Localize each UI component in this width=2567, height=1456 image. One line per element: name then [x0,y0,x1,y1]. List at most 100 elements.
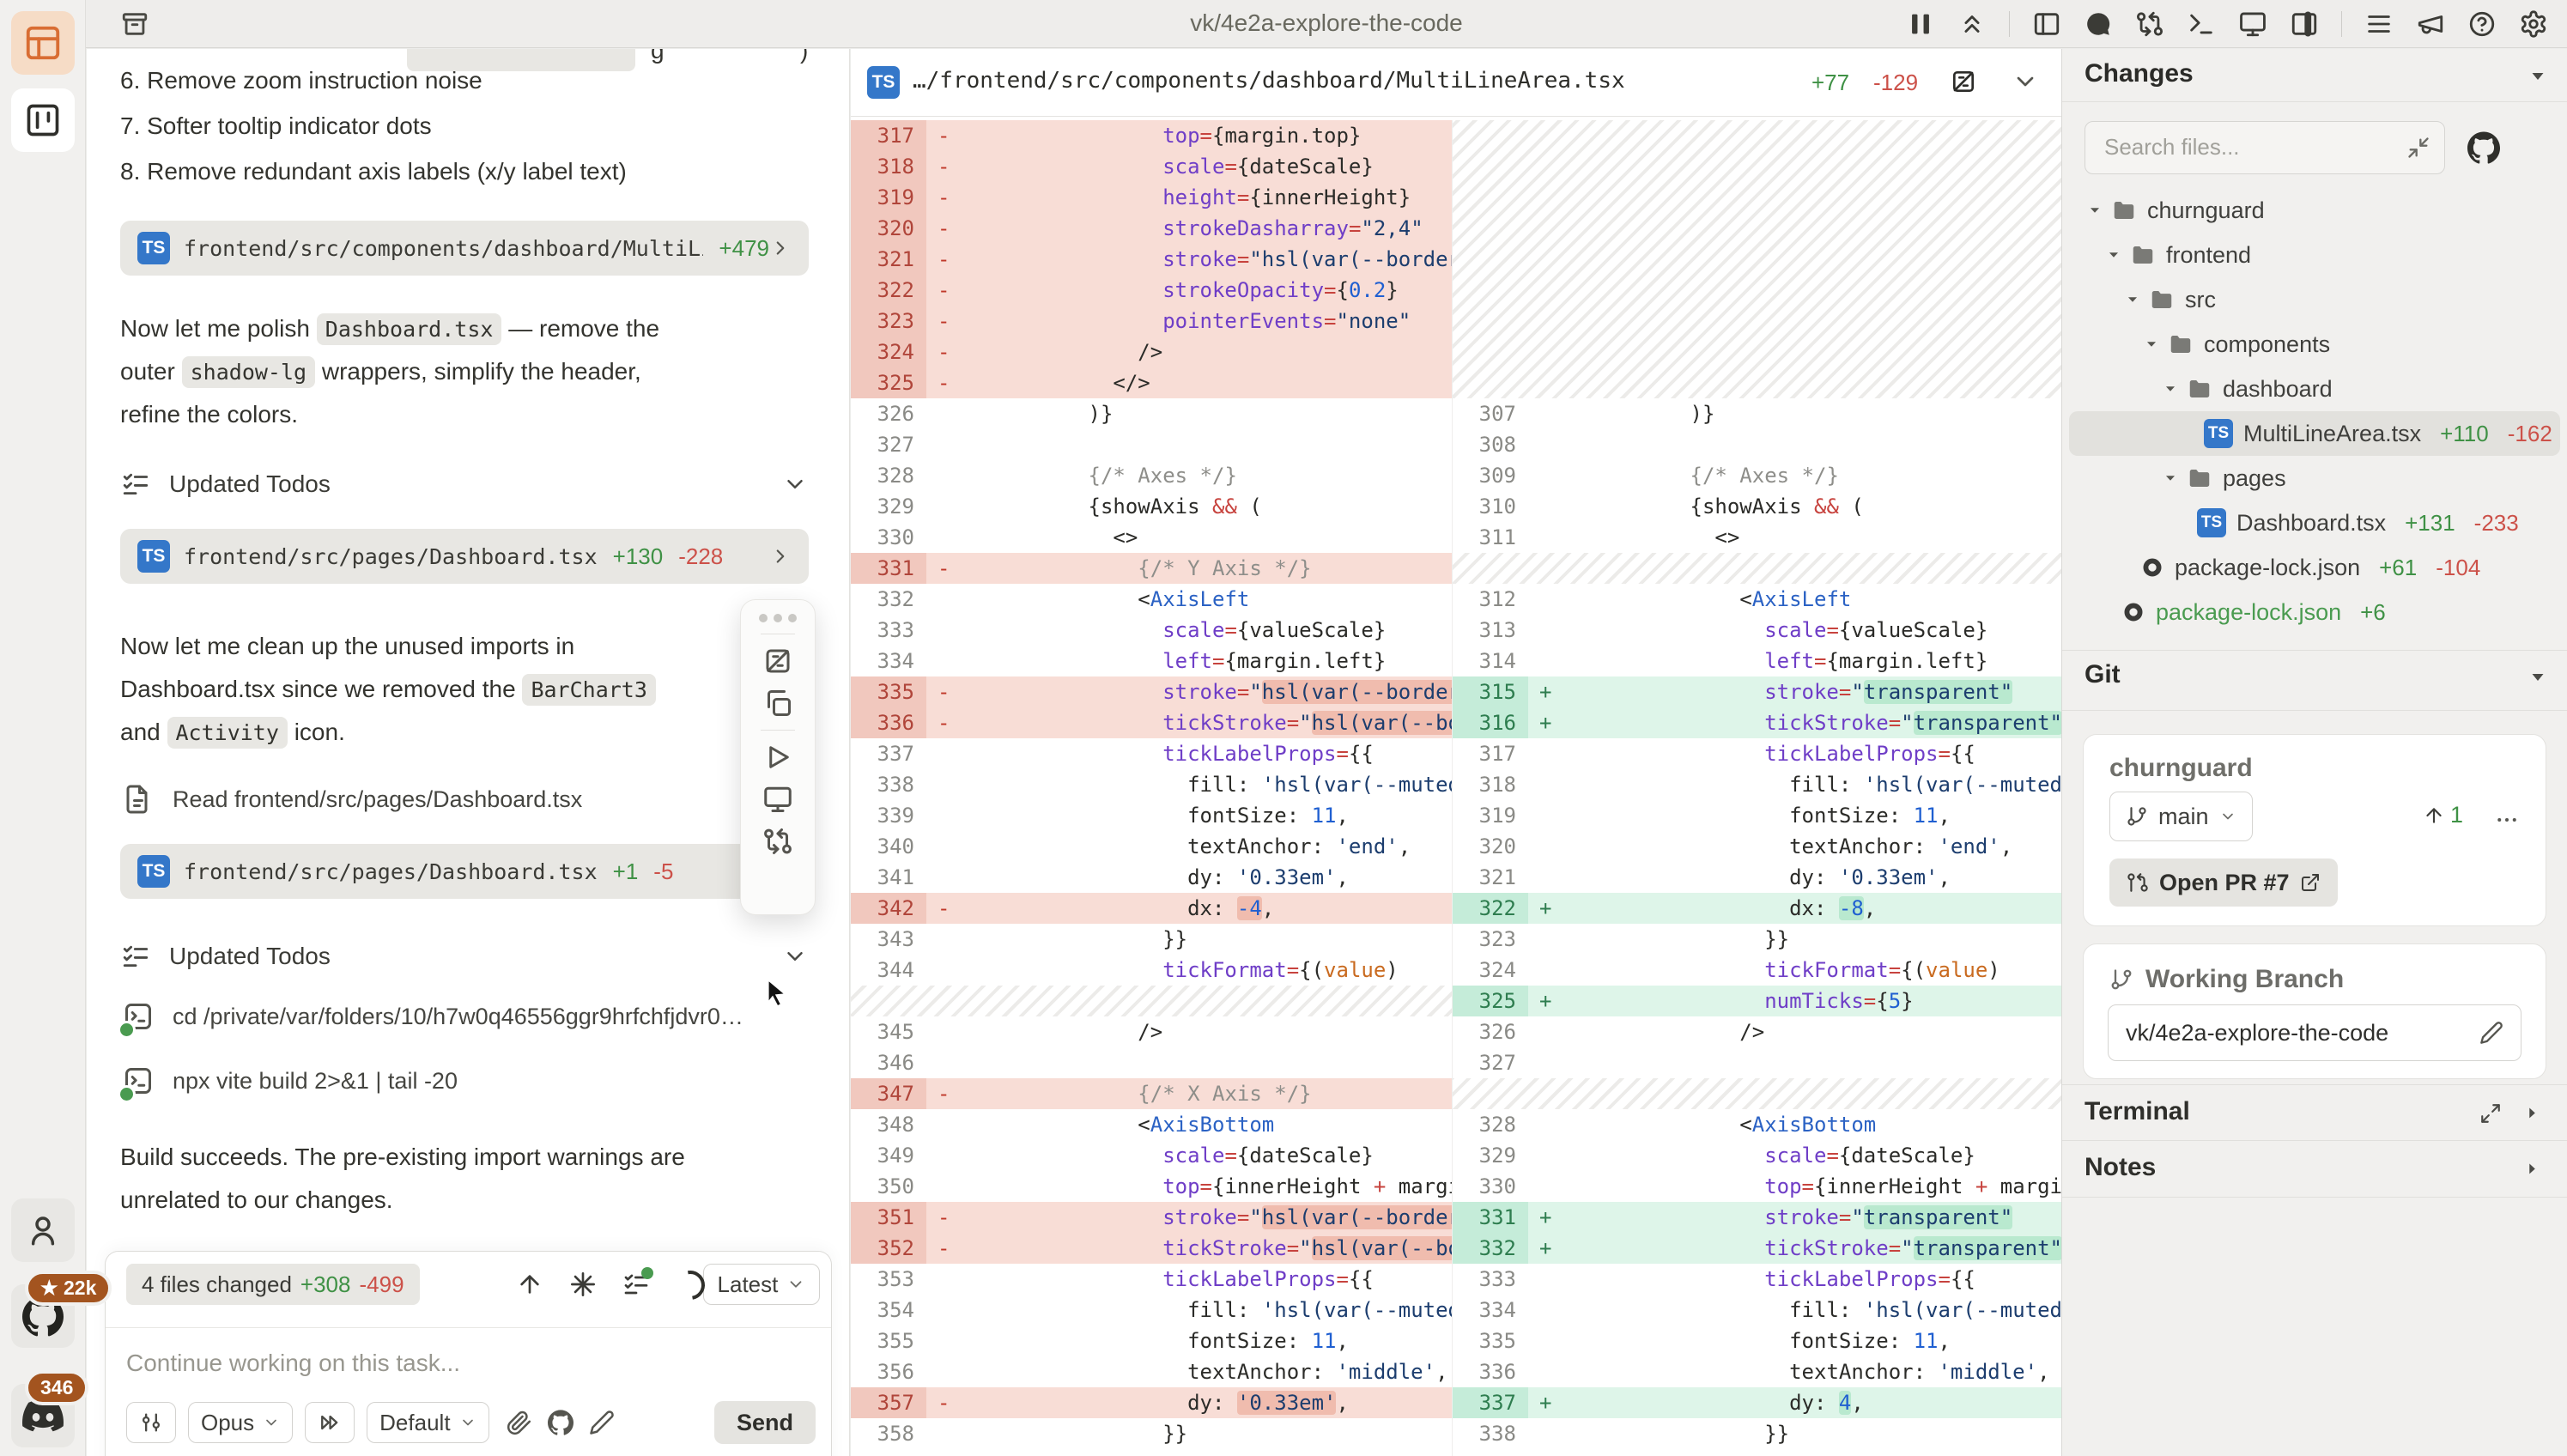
tree-folder-dashboard[interactable]: dashboard [2062,367,2567,411]
collapse-tree-icon[interactable] [2406,136,2430,160]
more-options-icon[interactable] [759,614,797,622]
chevrons-up-icon[interactable] [1957,9,1987,39]
tree-file-Dashboard.tsx[interactable]: TSDashboard.tsx+131-233 [2062,500,2567,545]
caret-down-icon[interactable] [2104,246,2123,264]
diff-view-toggle-icon[interactable] [1950,68,1977,95]
collapsed-region [1453,182,2061,213]
fast-forward-button[interactable] [305,1402,355,1443]
tree-folder-src[interactable]: src [2062,277,2567,322]
chevron-down-icon [782,471,808,497]
expand-terminal-icon[interactable] [2479,1102,2502,1125]
model-dropdown[interactable]: Opus [188,1402,293,1443]
caret-down-icon[interactable] [2161,469,2180,488]
help-icon[interactable] [2467,9,2497,39]
play-icon[interactable] [762,742,793,773]
agent-action-row[interactable]: npx vite build 2>&1 | tail -20 [123,1065,458,1096]
arrow-up-icon[interactable] [516,1271,543,1298]
tree-file-MultiLineArea.tsx[interactable]: TSMultiLineArea.tsx+110-162 [2069,411,2560,456]
collapsed-region [1453,213,2061,244]
chat-filled-icon[interactable] [2084,9,2113,39]
repo-menu-icon[interactable] [2494,807,2520,833]
mode-dropdown[interactable]: Default [367,1402,489,1443]
latest-dropdown[interactable]: Latest [703,1264,821,1305]
caret-down-icon[interactable] [2161,379,2180,398]
agent-action-row[interactable]: Read frontend/src/pages/Dashboard.tsx [123,784,582,815]
todos-status-icon[interactable] [622,1271,650,1298]
caret-down-icon[interactable] [2123,290,2142,309]
file-change-chip[interactable]: TSfrontend/src/pages/Dashboard.tsx+130-2… [120,529,809,584]
file-change-chip[interactable]: TSfrontend/src/components/dashboard/Mult… [120,221,809,276]
git-section-title[interactable]: Git [2085,660,2121,689]
topbar: vk/4e2a-explore-the-code [86,0,2567,48]
panel-right-icon[interactable] [2290,9,2319,39]
tree-folder-pages[interactable]: pages [2062,456,2567,500]
diff-box-icon[interactable] [762,646,793,676]
diff-line: 351- stroke="hsl(var(--border))" [851,1202,1452,1233]
updated-todos-row[interactable]: Updated Todos [121,938,808,974]
tree-folder-frontend[interactable]: frontend [2062,233,2567,277]
updated-todos-row[interactable]: Updated Todos [121,466,808,502]
caret-down-icon[interactable] [2085,201,2104,220]
github-button[interactable]: ★ 22k [11,1284,75,1348]
profile-button[interactable] [11,1198,75,1262]
notes-section[interactable]: Notes [2062,1141,2567,1198]
pen-icon[interactable] [589,1410,615,1435]
github-tree-icon[interactable] [2467,131,2500,164]
changes-collapse-icon[interactable] [2528,66,2548,87]
terminal-icon[interactable] [2187,9,2216,39]
line-number: 329 [1453,1140,1528,1171]
line-number: 317 [1453,738,1528,769]
sparkle-icon[interactable] [569,1271,597,1298]
pause-icon[interactable] [1906,9,1935,39]
tree-folder-churnguard[interactable]: churnguard [2062,188,2567,233]
diff-line: 326 /> [1453,1016,2061,1047]
menu-icon[interactable] [2364,9,2394,39]
working-branch-input[interactable]: vk/4e2a-explore-the-code [2108,1004,2521,1061]
gear-icon[interactable] [2519,9,2548,39]
send-button[interactable]: Send [714,1401,816,1444]
line-number: 343 [851,924,926,955]
megaphone-icon[interactable] [2416,9,2445,39]
tree-file-package-lock.json[interactable]: package-lock.json+6 [2062,590,2567,634]
terminal-section[interactable]: Terminal [2062,1084,2567,1141]
action-text: npx vite build 2>&1 | tail -20 [173,1068,458,1095]
diff-old-pane[interactable]: 317- top={margin.top}318- scale={dateSca… [851,120,1452,1456]
diff-line: 345 /> [851,1016,1452,1047]
line-number: 315 [1453,676,1528,707]
monitor-icon[interactable] [2238,9,2267,39]
changes-section-title[interactable]: Changes [2085,59,2194,88]
git-compare-icon[interactable] [762,826,793,857]
tree-file-package-lock.json[interactable]: package-lock.json+61-104 [2062,545,2567,590]
file-search-box[interactable]: Search files... [2085,121,2445,174]
attach-icon[interactable] [507,1410,532,1435]
agent-action-row[interactable]: cd /private/var/folders/10/h7w0q46556ggr… [123,1001,743,1032]
diff-line: 330 <> [851,522,1452,553]
github-context-icon[interactable] [548,1410,573,1435]
caret-down-icon[interactable] [2142,335,2161,354]
diff-line: 328 {/* Axes */} [851,460,1452,491]
branch-dropdown[interactable]: main [2109,792,2253,841]
search-input[interactable]: Search files... [2104,134,2240,161]
git-compare-icon[interactable] [2135,9,2164,39]
board-view-button[interactable] [11,88,75,152]
git-collapse-icon[interactable] [2528,667,2548,688]
diff-new-pane[interactable]: 307 )}308309 {/* Axes */}310 {showAxis &… [1452,120,2061,1456]
collapse-file-icon[interactable] [2012,68,2039,95]
file-change-chip[interactable]: TSfrontend/src/pages/Dashboard.tsx+1-5 [120,844,809,899]
chevron-down-icon [263,1414,280,1431]
discord-button[interactable]: 346 [11,1384,75,1447]
panel-left-icon[interactable] [2032,9,2061,39]
ts-file-badge: TS [137,855,170,888]
diff-file-path: …/frontend/src/components/dashboard/Mult… [913,68,1625,94]
message-input[interactable]: Continue working on this task... [126,1350,460,1377]
open-pr-button[interactable]: Open PR #7 [2109,858,2338,907]
diff-line: 330 top={innerHeight + margin.top} [1453,1171,2061,1202]
monitor-icon[interactable] [762,784,793,815]
copy-icon[interactable] [762,688,793,719]
tree-folder-components[interactable]: components [2062,322,2567,367]
layout-toggle-button[interactable] [11,11,75,75]
files-changed-chip[interactable]: 4 files changed +308 -499 [126,1264,420,1305]
line-number: 331 [1453,1202,1528,1233]
edit-branch-icon[interactable] [2479,1021,2503,1045]
settings-button[interactable] [126,1402,176,1443]
